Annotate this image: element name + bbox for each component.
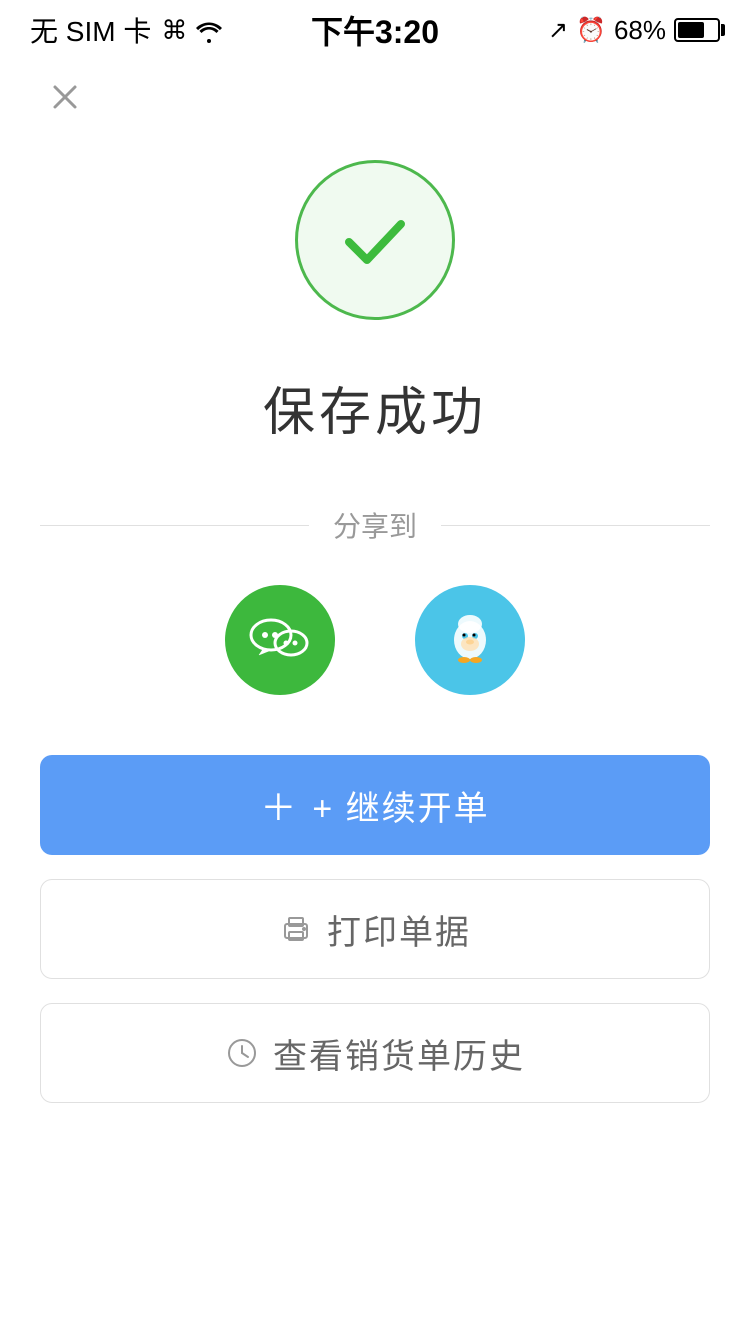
success-title: 保存成功 (263, 370, 487, 445)
divider-right (441, 525, 710, 526)
close-icon (47, 79, 83, 115)
status-bar: 无 SIM 卡 ⌘ 下午3:20 ↗ ⏰ 68% (0, 0, 750, 60)
share-section: 分享到 (0, 505, 750, 695)
qq-share-button[interactable] (415, 585, 525, 695)
continue-button[interactable]: ＋ + 继续开单 (40, 755, 710, 855)
share-icons (225, 585, 525, 695)
continue-label: + 继续开单 (312, 781, 489, 830)
print-button[interactable]: 打印单据 (40, 879, 710, 979)
main-content: 保存成功 分享到 (0, 60, 750, 1103)
check-icon (335, 200, 415, 280)
plus-icon: ＋ (260, 779, 298, 831)
share-divider: 分享到 (0, 505, 750, 545)
print-icon (279, 912, 313, 946)
status-time: 下午3:20 (311, 7, 439, 53)
wifi-icon: ⌘ (161, 15, 222, 46)
close-button[interactable] (40, 72, 90, 122)
status-right: ↗ ⏰ 68% (548, 15, 720, 46)
divider-left (40, 525, 309, 526)
location-icon: ↗ (548, 16, 568, 45)
qq-icon (438, 608, 503, 673)
success-circle (295, 160, 455, 320)
wechat-icon (245, 605, 315, 675)
alarm-icon: ⏰ (576, 16, 606, 45)
status-left: 无 SIM 卡 ⌘ (30, 10, 223, 50)
share-label: 分享到 (309, 505, 441, 545)
wechat-share-button[interactable] (225, 585, 335, 695)
history-label: 查看销货单历史 (273, 1029, 525, 1078)
battery-icon (674, 18, 720, 42)
battery-percent: 68% (614, 15, 666, 46)
action-buttons: ＋ + 继续开单 打印单据 (0, 755, 750, 1103)
print-label: 打印单据 (327, 905, 471, 954)
clock-icon (225, 1036, 259, 1070)
sim-label: 无 SIM 卡 (30, 10, 151, 50)
history-button[interactable]: 查看销货单历史 (40, 1003, 710, 1103)
